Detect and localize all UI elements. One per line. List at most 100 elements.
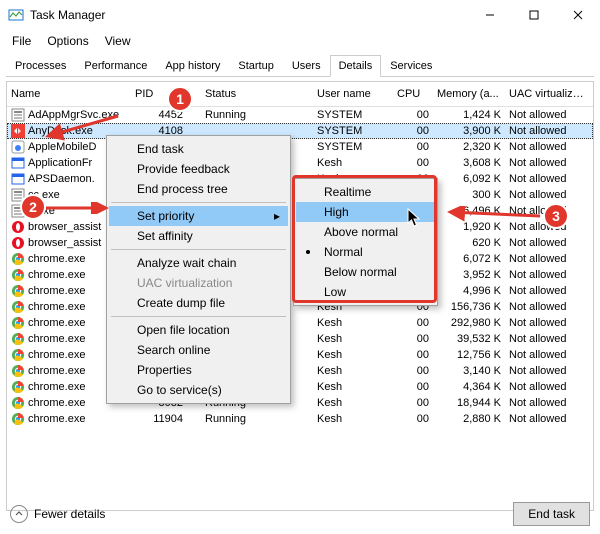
process-uac: Not allowed [505,315,589,331]
window-title: Task Manager [30,8,468,22]
menu-view[interactable]: View [97,32,139,50]
ctx-create-dump-file[interactable]: Create dump file [109,293,288,313]
process-memory: 4,996 K [433,283,505,299]
ctx-go-to-service-s-[interactable]: Go to service(s) [109,380,288,400]
process-uac: Not allowed [505,251,589,267]
process-user: SYSTEM [313,107,393,123]
annotation-arrow-3 [444,206,544,226]
ctx-end-process-tree[interactable]: End process tree [109,179,288,199]
window-icon [11,156,25,170]
process-cpu: 00 [393,379,433,395]
tab-app-history[interactable]: App history [156,55,229,77]
process-user: Kesh [313,315,393,331]
process-name: browser_assist [28,221,101,233]
process-memory: 3,140 K [433,363,505,379]
callout-1: 1 [167,86,193,112]
chrome-icon [11,316,25,330]
process-uac: Not allowed [505,363,589,379]
col-name[interactable]: Name [7,82,131,106]
annotation-arrow-1 [40,114,120,142]
process-cpu: 00 [393,395,433,411]
ctx-provide-feedback[interactable]: Provide feedback [109,159,288,179]
process-status: Running [187,107,313,123]
process-user: SYSTEM [313,139,393,155]
ctx-properties[interactable]: Properties [109,360,288,380]
tab-users[interactable]: Users [283,55,330,77]
chrome-icon [11,364,25,378]
process-uac: Not allowed [505,139,589,155]
table-row[interactable]: chrome.exeKesh00292,980 KNot allowed [7,315,593,331]
column-headers: Name PID Status User name CPU Memory (a.… [7,82,593,107]
col-user[interactable]: User name [313,82,393,106]
tab-details[interactable]: Details [330,55,382,77]
anydesk-icon [11,124,25,138]
table-row[interactable]: chrome.exeKesh0039,532 KNot allowed [7,331,593,347]
process-memory: 6,072 K [433,251,505,267]
table-row[interactable]: chrome.exe2960RunningKesh0012,756 KNot a… [7,347,593,363]
tab-processes[interactable]: Processes [6,55,75,77]
process-user: Kesh [313,155,393,171]
ctx-analyze-wait-chain[interactable]: Analyze wait chain [109,253,288,273]
process-memory: 620 K [433,235,505,251]
process-name: chrome.exe [28,349,85,361]
table-row[interactable]: chrome.exe7532RunningKesh004,364 KNot al… [7,379,593,395]
ctx-set-affinity[interactable]: Set affinity [109,226,288,246]
table-row[interactable]: chrome.exe3032RunningKesh0018,944 KNot a… [7,395,593,411]
ctx-search-online[interactable]: Search online [109,340,288,360]
ctx-end-task[interactable]: End task [109,139,288,159]
process-user: Kesh [313,363,393,379]
process-uac: Not allowed [505,155,589,171]
generic-icon [11,108,25,122]
table-row[interactable]: chrome.exe2652RunningKesh003,140 KNot al… [7,363,593,379]
menu-options[interactable]: Options [39,32,96,50]
menu-file[interactable]: File [4,32,39,50]
maximize-button[interactable] [512,0,556,30]
tab-startup[interactable]: Startup [229,55,282,77]
process-name: chrome.exe [28,413,85,425]
task-manager-icon [8,7,24,23]
process-memory: 4,364 K [433,379,505,395]
footer: Fewer details End task [0,494,600,534]
process-uac: Not allowed [505,267,589,283]
annotation-arrow-2 [44,202,112,214]
chrome-icon [11,268,25,282]
fewer-details-button[interactable]: Fewer details [10,505,105,523]
process-status: Running [187,411,313,427]
process-name: chrome.exe [28,381,85,393]
table-row[interactable]: ApplicationFrKesh003,608 KNot allowed [7,155,593,171]
process-memory: 1,424 K [433,107,505,123]
col-cpu[interactable]: CPU [393,82,433,106]
ctx-set-priority[interactable]: Set priority▸RealtimeHighAbove normalNor… [109,206,288,226]
ctx-uac-virtualization: UAC virtualization [109,273,288,293]
chrome-icon [11,348,25,362]
col-status[interactable]: Status [187,82,313,106]
process-cpu: 00 [393,363,433,379]
window-icon [11,172,25,186]
process-memory: 18,944 K [433,395,505,411]
process-cpu: 00 [393,331,433,347]
tab-performance[interactable]: Performance [75,55,156,77]
process-user: Kesh [313,411,393,427]
ctx-open-file-location[interactable]: Open file location [109,320,288,340]
tab-services[interactable]: Services [381,55,441,77]
process-cpu: 00 [393,315,433,331]
process-memory: 39,532 K [433,331,505,347]
process-cpu: 00 [393,107,433,123]
context-menu: End taskProvide feedbackEnd process tree… [106,135,291,404]
process-cpu: 00 [393,347,433,363]
close-button[interactable] [556,0,600,30]
process-uac: Not allowed [505,283,589,299]
end-task-button[interactable]: End task [513,502,590,526]
process-uac: Not allowed [505,171,589,187]
fewer-details-label: Fewer details [34,507,105,521]
table-row[interactable]: chrome.exe11904RunningKesh002,880 KNot a… [7,411,593,427]
minimize-button[interactable] [468,0,512,30]
process-uac: Not allowed [505,123,589,139]
apple-icon [11,140,25,154]
col-memory[interactable]: Memory (a... [433,82,505,106]
process-name: chrome.exe [28,317,85,329]
process-cpu: 00 [393,123,433,139]
process-uac: Not allowed [505,379,589,395]
col-uac[interactable]: UAC virtualizat... [505,82,589,106]
process-memory: 3,952 K [433,267,505,283]
